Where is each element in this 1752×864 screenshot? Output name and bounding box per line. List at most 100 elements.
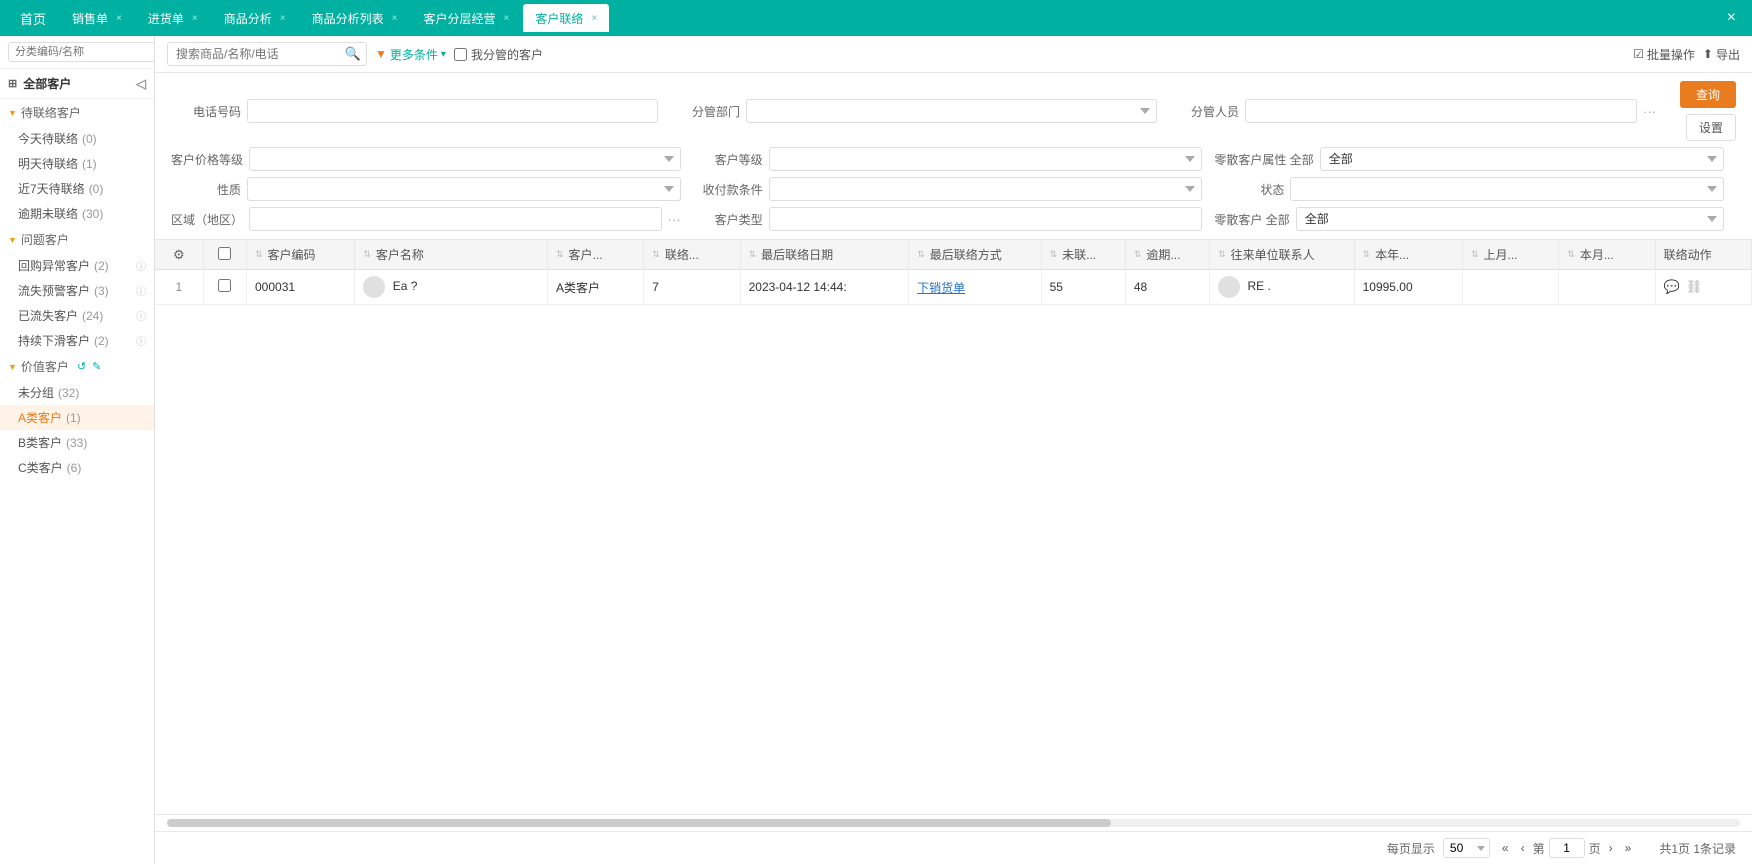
sidebar-item-today-pending[interactable]: 今天待联络 (0) xyxy=(0,126,154,151)
filter-dots-person[interactable]: ··· xyxy=(1643,104,1656,119)
adv-filter-row-3: 性质 收付款条件 状态 xyxy=(171,177,1736,201)
sidebar-item-churned[interactable]: 已流失客户 (24) ⓘ xyxy=(0,303,154,328)
filter-input-customer-type[interactable] xyxy=(769,207,1203,231)
col-header-settings[interactable]: ⚙ xyxy=(155,240,203,270)
nav-tab-customer-contact[interactable]: 客户联络 × xyxy=(523,4,609,32)
filter-label-region: 区域（地区） xyxy=(171,211,243,228)
col-header-action: 联络动作 xyxy=(1655,240,1751,270)
filter-select-price-level[interactable] xyxy=(249,147,681,171)
page-size-select[interactable]: 50 20 100 xyxy=(1443,838,1490,858)
settings-button[interactable]: 设置 xyxy=(1686,114,1736,141)
triangle-icon-problem: ▼ xyxy=(8,235,17,245)
sidebar-item-tomorrow-pending[interactable]: 明天待联络 (1) xyxy=(0,151,154,176)
select-all-checkbox[interactable] xyxy=(218,247,231,260)
filter-cell-customer-type: 客户类型 xyxy=(693,207,1215,231)
sidebar-all-customers-header: ⊞ 全部客户 ◁ xyxy=(0,69,154,99)
filter-cell-status: 状态 xyxy=(1214,177,1736,201)
sidebar-item-ungrouped[interactable]: 未分组 (32) xyxy=(0,380,154,405)
page-prev-btn[interactable]: ‹ xyxy=(1517,839,1529,857)
close-tab-customer-contact[interactable]: × xyxy=(591,13,597,24)
col-header-type: ⇅ 客户... xyxy=(547,240,643,270)
sort-icon-unit-contact: ⇅ xyxy=(1218,249,1226,260)
nav-tab-analysis[interactable]: 商品分析 × xyxy=(212,4,298,32)
filter-search-input[interactable] xyxy=(167,42,367,66)
nav-tab-customer-segment[interactable]: 客户分层经营 × xyxy=(411,4,521,32)
sidebar-item-class-c[interactable]: C类客户 (6) xyxy=(0,455,154,480)
filter-dots-region[interactable]: ··· xyxy=(668,212,681,227)
export-btn[interactable]: ⬆ 导出 xyxy=(1703,46,1740,63)
sidebar-item-overdue-no-contact[interactable]: 逾期未联络 (30) xyxy=(0,201,154,226)
filter-cell-customer-level: 客户等级 xyxy=(693,147,1215,171)
sidebar-group-problem[interactable]: ▼ 问题客户 xyxy=(0,226,154,253)
close-tab-analysis-list[interactable]: × xyxy=(392,13,398,24)
query-button[interactable]: 查询 xyxy=(1680,81,1736,108)
row-checkbox-0[interactable] xyxy=(218,279,231,292)
sidebar-search-input[interactable] xyxy=(8,42,155,62)
sidebar-item-declining[interactable]: 持续下滑客户 (2) ⓘ xyxy=(0,328,154,353)
page-navigation: « ‹ 第 1 页 › » xyxy=(1498,838,1635,858)
cell-name: Ea ? xyxy=(355,270,548,305)
filter-select-retail-attr[interactable]: 全部 xyxy=(1320,147,1724,171)
cell-last-contact-method: 下销货单 xyxy=(909,270,1041,305)
cell-overdue: 48 xyxy=(1125,270,1209,305)
close-tab-customer-segment[interactable]: × xyxy=(503,13,509,24)
filter-search-icon[interactable]: 🔍 xyxy=(345,46,361,62)
pagination: 每页显示 50 20 100 « ‹ 第 1 页 › » 共1页 1条记录 xyxy=(155,831,1752,864)
page-next-btn[interactable]: › xyxy=(1605,839,1617,857)
scrollbar-wrap[interactable] xyxy=(155,819,1752,827)
value-group-edit[interactable]: ✎ xyxy=(92,360,101,373)
my-customers-checkbox[interactable] xyxy=(454,48,467,61)
sidebar-item-class-a[interactable]: A类客户 (1) xyxy=(0,405,154,430)
sort-icon-last-contact-method: ⇅ xyxy=(917,249,925,260)
filter-input-phone[interactable] xyxy=(247,99,658,123)
filter-select-dept[interactable] xyxy=(746,99,1157,123)
table-header-row: ⚙ ⇅ 客户编码 ⇅ xyxy=(155,240,1752,270)
filter-cell-nature: 性质 xyxy=(171,177,693,201)
nav-tab-sales[interactable]: 销售单 × xyxy=(60,4,134,32)
filter-select-retail[interactable]: 全部 xyxy=(1296,207,1724,231)
nav-tab-purchase[interactable]: 进货单 × xyxy=(136,4,210,32)
my-customers-checkbox-label[interactable]: 我分管的客户 xyxy=(454,46,543,63)
nav-home[interactable]: 首页 xyxy=(8,9,58,28)
sidebar-collapse-icon[interactable]: ◁ xyxy=(136,76,146,92)
sidebar-search-area: 🔍 xyxy=(0,36,154,69)
action-icon-message[interactable]: 💬 xyxy=(1664,279,1680,295)
scrollbar-thumb[interactable] xyxy=(167,819,1111,827)
query-settings-group: 查询 设置 xyxy=(1668,81,1736,141)
filter-select-status[interactable] xyxy=(1290,177,1724,201)
close-tab-analysis[interactable]: × xyxy=(280,13,286,24)
sidebar-item-class-b[interactable]: B类客户 (33) xyxy=(0,430,154,455)
cell-checkbox xyxy=(203,270,246,305)
filter-cell-retail-attr: 零散客户属性 全部 全部 xyxy=(1214,147,1736,171)
close-tab-sales[interactable]: × xyxy=(116,13,122,24)
close-tab-purchase[interactable]: × xyxy=(192,13,198,24)
sort-icon-not-contacted: ⇅ xyxy=(1050,249,1058,260)
sidebar-item-churn-warning[interactable]: 流失预警客户 (3) ⓘ xyxy=(0,278,154,303)
triangle-icon-pending: ▼ xyxy=(8,108,17,118)
sidebar-item-7days-pending[interactable]: 近7天待联络 (0) xyxy=(0,176,154,201)
filter-select-nature[interactable] xyxy=(247,177,681,201)
filter-more-btn[interactable]: ▼ 更多条件 ▾ xyxy=(375,46,446,63)
batch-op-btn[interactable]: ☑ 批量操作 xyxy=(1633,46,1695,63)
nav-tab-analysis-list[interactable]: 商品分析列表 × xyxy=(300,4,410,32)
action-icon-link[interactable]: ⛓ xyxy=(1686,279,1703,295)
filter-select-payment[interactable] xyxy=(769,177,1203,201)
cell-unit-contact: RE . xyxy=(1210,270,1354,305)
filter-input-person[interactable] xyxy=(1245,99,1637,123)
sidebar-item-repurchase-abnormal[interactable]: 回购异常客户 (2) ⓘ xyxy=(0,253,154,278)
filter-input-region[interactable] xyxy=(249,207,662,231)
scrollbar-track xyxy=(167,819,1740,827)
filter-select-customer-level[interactable] xyxy=(769,147,1203,171)
sidebar-group-value[interactable]: ▼ 价值客户 ↺ ✎ xyxy=(0,353,154,380)
page-number-input[interactable]: 1 xyxy=(1549,838,1585,858)
filter-icon: ▼ xyxy=(375,47,387,61)
last-contact-method-link[interactable]: 下销货单 xyxy=(917,281,965,295)
sidebar-group-pending[interactable]: ▼ 待联络客户 xyxy=(0,99,154,126)
page-last-btn[interactable]: » xyxy=(1621,839,1636,857)
col-header-last-contact-date: ⇅ 最后联络日期 xyxy=(740,240,909,270)
value-group-refresh[interactable]: ↺ xyxy=(77,360,86,373)
page-first-btn[interactable]: « xyxy=(1498,839,1513,857)
table-settings-gear[interactable]: ⚙ xyxy=(173,247,185,262)
filter-cell-payment: 收付款条件 xyxy=(693,177,1215,201)
window-close-button[interactable]: × xyxy=(1719,9,1744,26)
